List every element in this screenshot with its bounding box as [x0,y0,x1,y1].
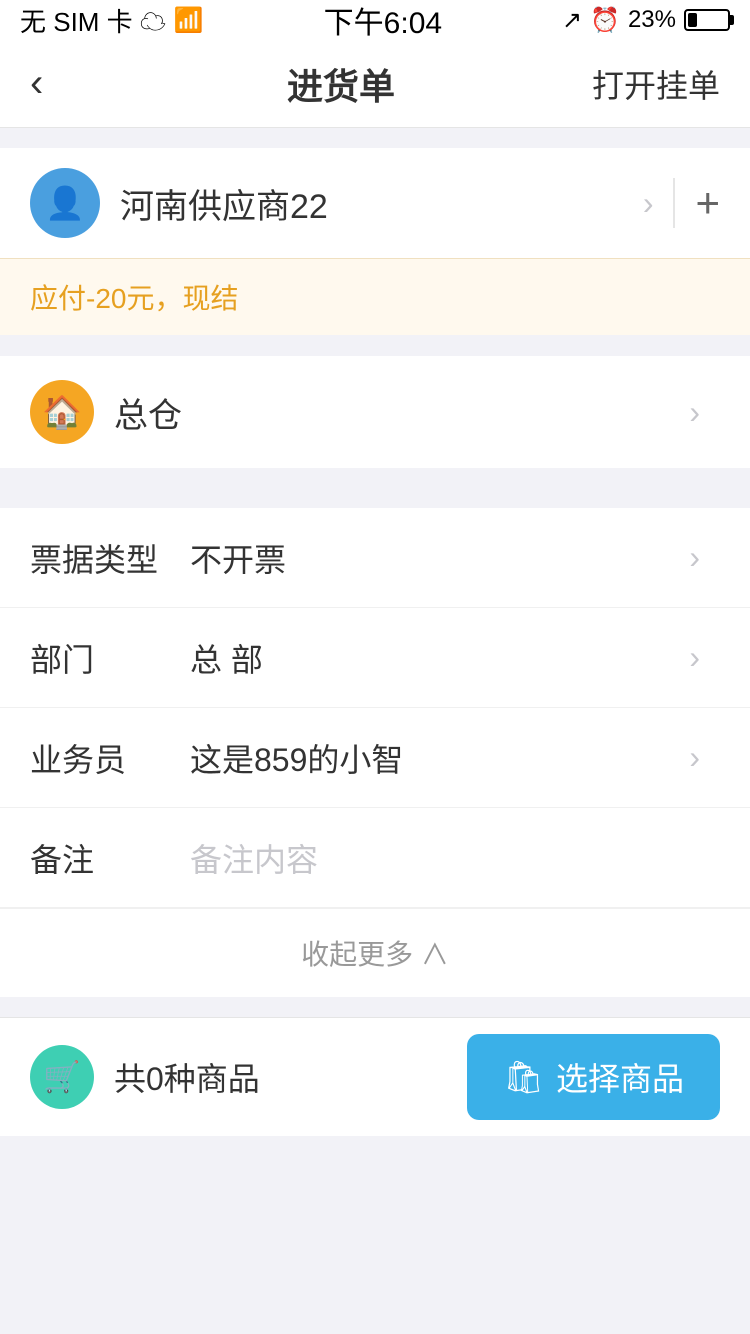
back-button[interactable]: ‹ [30,61,90,106]
collapse-button[interactable]: 收起更多 ∧ [0,908,750,997]
remarks-label: 备注 [30,835,190,881]
form-row-remarks[interactable]: 备注 备注内容 [0,808,750,908]
page-title: 进货单 [287,58,395,110]
product-icon: 🛒 [43,1060,80,1095]
warehouse-chevron-icon: › [689,394,700,431]
supplier-chevron-icon: › [643,185,654,222]
salesperson-chevron-icon: › [689,739,700,776]
remarks-input[interactable]: 备注内容 [190,835,720,881]
supplier-section: 👤 河南供应商22 › + 应付-20元，现结 [0,148,750,335]
status-bar: 无 SIM 卡 ☁ 📶 下午6:04 ↗ ⏰ 23% [0,0,750,40]
status-right: ↗ ⏰ 23% [562,6,730,35]
department-label: 部门 [30,635,190,681]
form-row-department[interactable]: 部门 总 部 › [0,608,750,708]
ticket-type-value: 不开票 [190,535,689,581]
status-left: 无 SIM 卡 ☁ 📶 [20,2,204,39]
section-divider-3 [0,468,750,488]
product-bar: 🛒 共0种商品 🛍 选择商品 [0,1017,750,1136]
section-divider-1 [0,128,750,148]
status-time: 下午6:04 [324,0,442,42]
select-product-button[interactable]: 🛍 选择商品 [467,1034,720,1120]
product-count: 共0种商品 [114,1054,467,1100]
add-button[interactable]: + [695,179,720,227]
location-icon: ↗ [562,6,582,35]
supplier-row[interactable]: 👤 河南供应商22 › + [0,148,750,258]
form-row-ticket[interactable]: 票据类型 不开票 › [0,508,750,608]
select-product-label: 选择商品 [556,1054,684,1100]
product-icon-wrap: 🛒 [30,1045,94,1109]
nav-bar: ‹ 进货单 打开挂单 [0,40,750,128]
ticket-type-chevron-icon: › [689,539,700,576]
sim-label: 无 SIM 卡 ☁ [20,2,166,39]
battery-icon [684,9,730,31]
ticket-type-label: 票据类型 [30,535,190,581]
battery-percent: 23% [628,6,676,34]
alarm-icon: ⏰ [590,6,620,35]
collapse-label: 收起更多 ∧ [301,933,449,973]
open-pending-button[interactable]: 打开挂单 [592,61,720,107]
warehouse-icon-wrap: 🏠 [30,380,94,444]
warehouse-icon: 🏠 [42,393,82,431]
form-section: 票据类型 不开票 › 部门 总 部 › 业务员 这是859的小智 › 备注 备注… [0,508,750,997]
form-row-salesperson[interactable]: 业务员 这是859的小智 › [0,708,750,808]
wifi-icon: 📶 [174,6,204,35]
warehouse-section: 🏠 总仓 › [0,355,750,468]
warehouse-row[interactable]: 🏠 总仓 › [0,355,750,468]
notice-banner: 应付-20元，现结 [0,258,750,335]
salesperson-label: 业务员 [30,735,190,781]
section-divider-2 [0,335,750,355]
avatar-icon: 👤 [45,184,85,222]
supplier-name: 河南供应商22 [120,179,643,228]
section-divider-4 [0,997,750,1017]
department-value: 总 部 [190,635,689,681]
department-chevron-icon: › [689,639,700,676]
warehouse-name: 总仓 [114,388,689,437]
supplier-divider [673,178,675,228]
salesperson-value: 这是859的小智 [190,735,689,781]
select-product-icon: 🛍 [503,1058,544,1096]
supplier-avatar: 👤 [30,168,100,238]
